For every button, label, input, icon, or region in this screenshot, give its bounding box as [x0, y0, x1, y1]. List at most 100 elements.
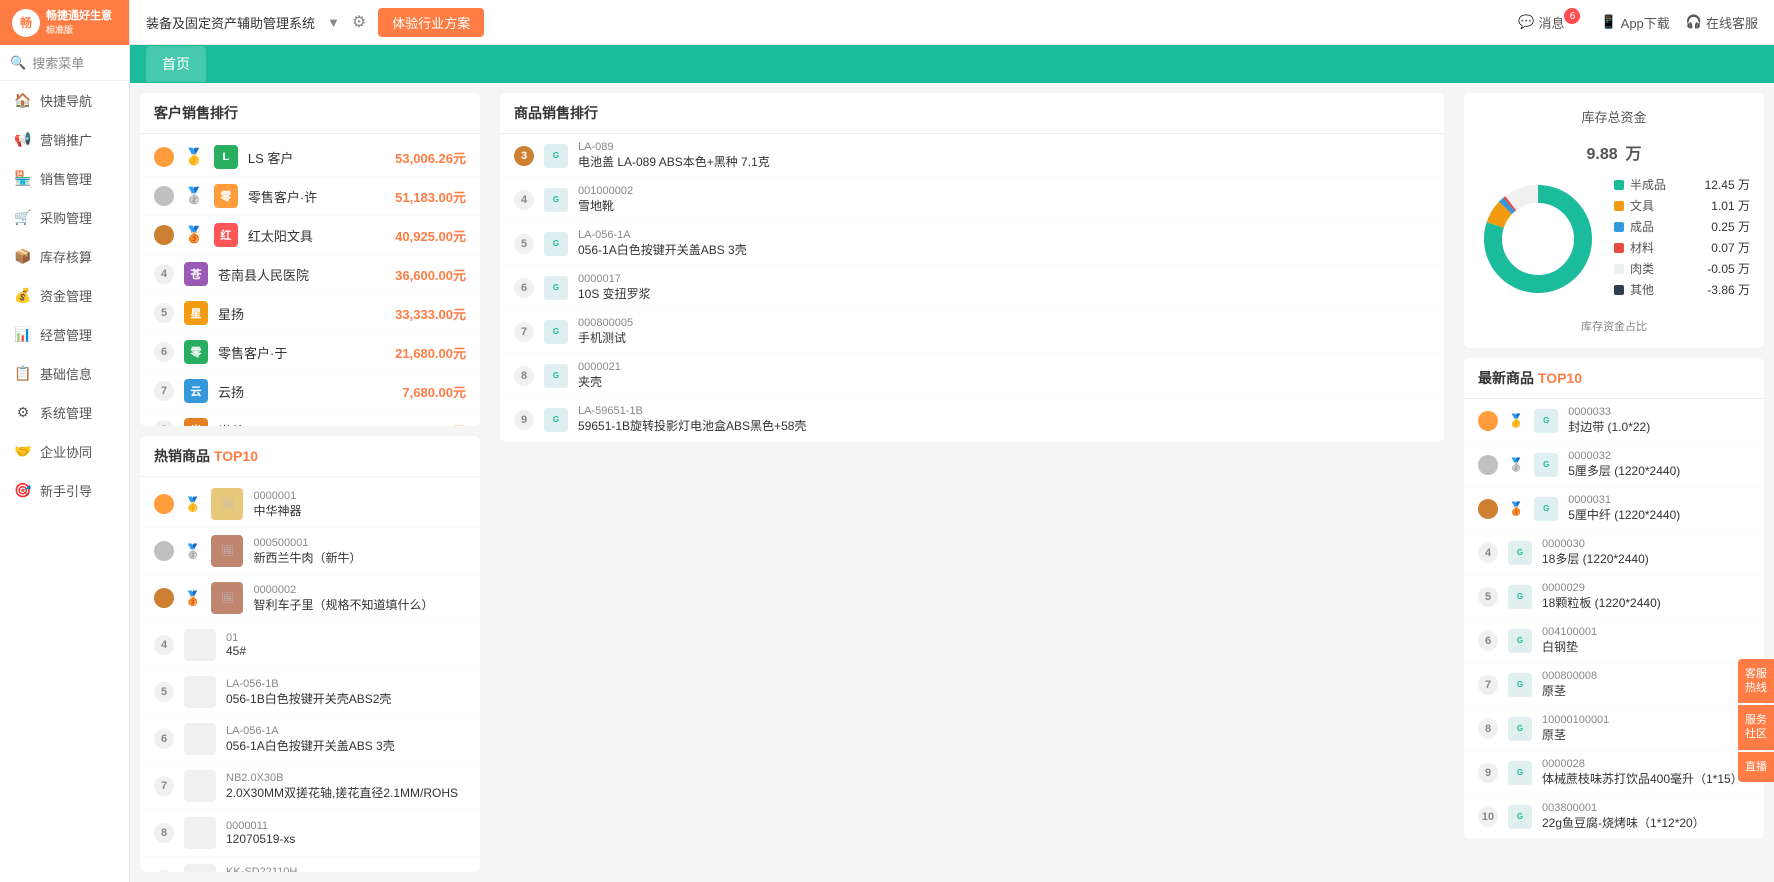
product-code: 001000002: [578, 185, 1430, 197]
product-info: 0000001 中华神器: [253, 490, 466, 519]
sidebar-item-label: 新手引导: [40, 481, 92, 500]
product-name: 中华神器: [253, 502, 466, 519]
donut-chart: [1478, 179, 1598, 299]
product-rank-card: 商品销售排行 3 G LA-089 电池盖 LA-089 ABS本色+黑种 7.…: [500, 93, 1444, 442]
rank-value: 7,680.00元: [402, 382, 466, 401]
product-rank-item: 5 G LA-056-1A 056-1A白色按键开关盖ABS 3壳: [500, 222, 1444, 266]
legend-dot: [1614, 222, 1624, 232]
sales-icon: 🏪: [14, 170, 32, 188]
sidebar: 畅 畅捷通好生意 标准版 🔍 搜索菜单 🏠 快捷导航 📢 营销推广 🏪 销售管理…: [0, 0, 130, 882]
product-code: LA-59651-1B: [578, 405, 1430, 417]
product-name: 5厘中纤 (1220*2440): [1568, 506, 1750, 523]
latest-products-list: 🥇 G 0000033 封边带 (1.0*22) 🥈 G 0000032 5厘多…: [1464, 399, 1764, 839]
rank-number: 9: [1478, 763, 1498, 783]
sidebar-item-basic-info[interactable]: 📋 基础信息: [0, 354, 129, 393]
service-community-button[interactable]: 服务社区: [1738, 705, 1774, 750]
rank-number: 3: [514, 146, 534, 166]
rank-item: 🥈 零 零售客户·许 51,183.00元: [140, 177, 480, 216]
sidebar-logo: 畅 畅捷通好生意 标准版: [0, 0, 129, 45]
product-code: 0000021: [578, 361, 1430, 373]
sidebar-item-label: 销售管理: [40, 169, 92, 188]
customer-service-button[interactable]: 客服热线: [1738, 659, 1774, 704]
marketing-icon: 📢: [14, 131, 32, 149]
search-icon: 🔍: [10, 55, 26, 71]
sidebar-item-marketing[interactable]: 📢 营销推广: [0, 120, 129, 159]
latest-products-header: 最新商品 TOP10: [1464, 358, 1764, 399]
product-info: 0000017 10S 变扭罗浆: [578, 273, 1430, 302]
system-icon: ⚙: [14, 404, 32, 422]
product-info: 0000029 18颗粒板 (1220*2440): [1542, 582, 1750, 611]
product-info: LA-59651-1B 59651-1B旋转投影灯电池盒ABS黑色+58壳: [578, 405, 1430, 434]
product-info: 0000028 体械蔗枝味苏打饮品400毫升（1*15）: [1542, 758, 1750, 787]
legend-text: 其他: [1630, 281, 1654, 298]
sidebar-item-enterprise[interactable]: 🤝 企业协同: [0, 432, 129, 471]
search-menu[interactable]: 🔍 搜索菜单: [0, 45, 129, 81]
product-thumb: G: [544, 320, 568, 344]
product-code: NB2.0X30B: [226, 772, 466, 784]
rank-number: 7: [154, 381, 174, 401]
product-thumb: G: [544, 144, 568, 168]
legend-value: 0.25 万: [1711, 218, 1750, 235]
hot-product-item: 🥉 🖼 0000002 智利车子里（规格不知道填什么）: [140, 575, 480, 622]
sidebar-item-operations[interactable]: 📊 经营管理: [0, 315, 129, 354]
message-button[interactable]: 💬 消息 6: [1518, 13, 1584, 32]
sidebar-item-system[interactable]: ⚙ 系统管理: [0, 393, 129, 432]
inventory-footer: 库存资金占比: [1478, 318, 1750, 334]
inventory-legend: 半成品 12.45 万 文具 1.01 万 成品 0.25 万 材料 0.07 …: [1614, 176, 1750, 302]
rank-value: 36,600.00元: [395, 265, 466, 284]
product-name: 原茎: [1542, 726, 1750, 743]
product-code: 0000001: [253, 490, 466, 502]
sidebar-item-quick-nav[interactable]: 🏠 快捷导航: [0, 81, 129, 120]
inventory-unit: 万: [1625, 146, 1641, 163]
rank-avatar: 零: [184, 340, 208, 364]
product-code: LA-089: [578, 141, 1430, 153]
online-service-button[interactable]: 🎧 在线客服: [1686, 13, 1758, 32]
rank-number: 8: [514, 366, 534, 386]
app-download-button[interactable]: 📱 App下载: [1600, 13, 1669, 32]
tab-home[interactable]: 首页: [146, 46, 206, 82]
product-name: 056-1B白色按键开关壳ABS2壳: [226, 690, 466, 707]
medal-icon: 🥇: [1508, 413, 1524, 429]
sidebar-item-inventory[interactable]: 📦 库存核算: [0, 237, 129, 276]
rank-item: 6 零 零售客户·于 21,680.00元: [140, 333, 480, 372]
product-info: LA-056-1A 056-1A白色按键开关盖ABS 3壳: [578, 229, 1430, 258]
product-name: 5厘多层 (1220*2440): [1568, 462, 1750, 479]
product-code: 003800001: [1542, 802, 1750, 814]
legend-label: 其他: [1614, 281, 1707, 298]
product-name: 59651-1B旋转投影灯电池盒ABS黑色+58壳: [578, 417, 1430, 434]
product-info: 000800008 原茎: [1542, 670, 1750, 699]
rank-number: 6: [154, 342, 174, 362]
sidebar-item-purchase[interactable]: 🛒 采购管理: [0, 198, 129, 237]
sidebar-item-label: 经营管理: [40, 325, 92, 344]
trial-button[interactable]: 体验行业方案: [378, 8, 484, 37]
product-code: 0000033: [1568, 406, 1750, 418]
product-name: 智利车子里（规格不知道填什么）: [253, 596, 466, 613]
product-thumb: 🖼: [211, 488, 243, 520]
sidebar-item-sales[interactable]: 🏪 销售管理: [0, 159, 129, 198]
legend-dot: [1614, 285, 1624, 295]
product-code: 01: [226, 632, 466, 644]
rank-value: 40,925.00元: [395, 226, 466, 245]
logo-badge: 标准版: [46, 23, 112, 36]
system-name: 装备及固定资产辅助管理系统: [146, 13, 315, 32]
rank-item: 🥇 L LS 客户 53,006.26元: [140, 138, 480, 177]
product-rank-item: 3 G LA-089 电池盖 LA-089 ABS本色+黑种 7.1克: [500, 134, 1444, 178]
sidebar-item-newbie[interactable]: 🎯 新手引导: [0, 471, 129, 510]
sidebar-item-label: 采购管理: [40, 208, 92, 227]
sidebar-item-label: 系统管理: [40, 403, 92, 422]
product-name: 18颗粒板 (1220*2440): [1542, 594, 1750, 611]
chevron-down-icon[interactable]: ▼: [327, 15, 340, 30]
tab-bar: 首页: [130, 45, 1774, 83]
rank-name: 苍南县人民医院: [218, 265, 385, 284]
message-badge: 6: [1564, 8, 1580, 24]
product-name: 封边带 (1.0*22): [1568, 418, 1750, 435]
product-thumb: [184, 629, 216, 661]
tab-home-label: 首页: [162, 56, 190, 72]
gear-icon[interactable]: ⚙: [352, 12, 366, 32]
product-rank-list: 3 G LA-089 电池盖 LA-089 ABS本色+黑种 7.1克 4 G …: [500, 134, 1444, 442]
rank-avatar: L: [214, 145, 238, 169]
live-stream-button[interactable]: 直播: [1738, 752, 1774, 782]
sidebar-item-label: 基础信息: [40, 364, 92, 383]
rank-number: [154, 588, 174, 608]
sidebar-item-finance[interactable]: 💰 资金管理: [0, 276, 129, 315]
